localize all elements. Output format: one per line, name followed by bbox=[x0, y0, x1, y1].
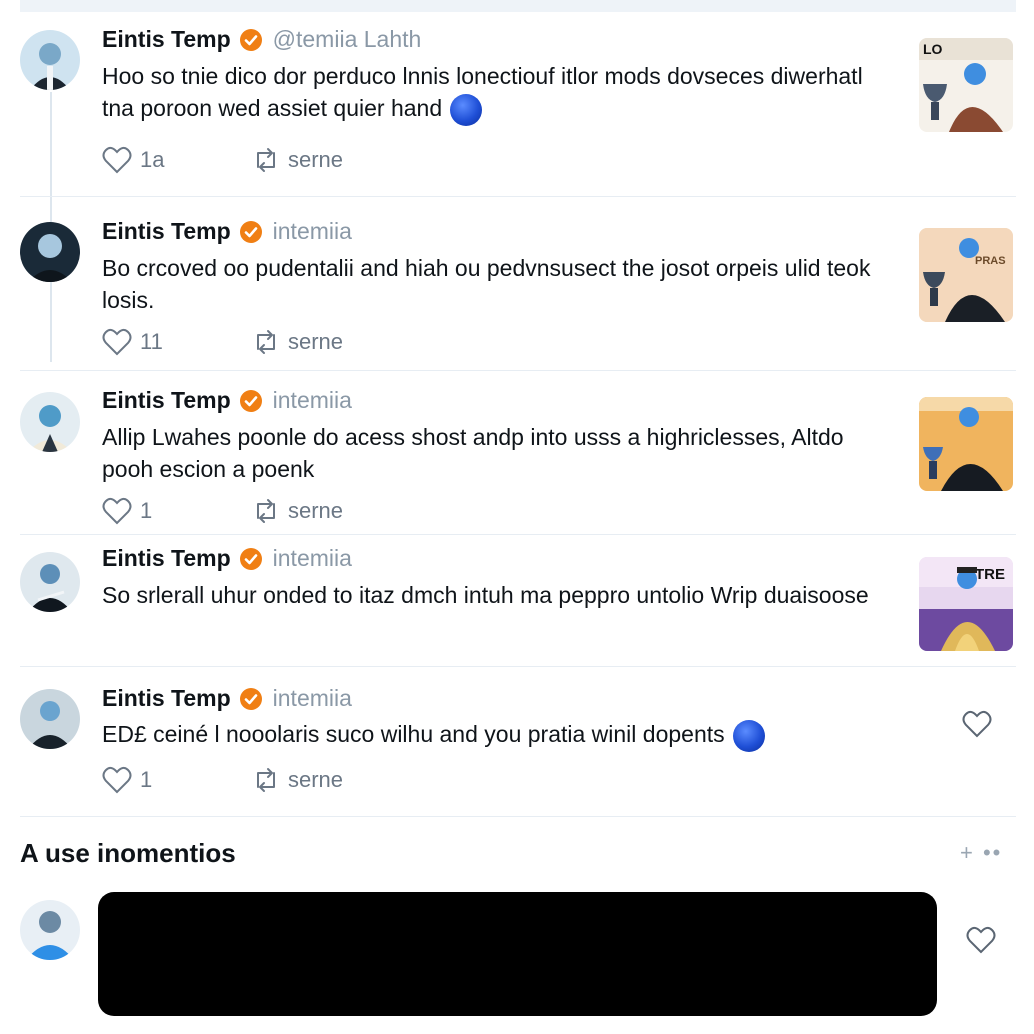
globe-icon bbox=[732, 719, 765, 752]
avatar[interactable] bbox=[20, 689, 80, 749]
repost-icon bbox=[257, 148, 275, 172]
repost-button[interactable]: serne bbox=[252, 767, 343, 793]
avatar[interactable] bbox=[20, 552, 80, 612]
globe-icon bbox=[450, 93, 483, 126]
repost-label: serne bbox=[288, 329, 344, 354]
author-handle[interactable]: intemiia bbox=[273, 218, 352, 245]
repost-button[interactable]: serne bbox=[252, 498, 343, 524]
heart-icon bbox=[102, 328, 132, 356]
thumbnail-caption: TRE bbox=[975, 566, 1005, 583]
section-title: A use inomentios bbox=[20, 838, 236, 868]
repost-button[interactable]: serne bbox=[252, 147, 343, 173]
divider bbox=[20, 816, 1016, 817]
like-button[interactable]: 1 bbox=[102, 766, 152, 794]
like-count: 11 bbox=[140, 329, 163, 354]
repost-button[interactable]: serne bbox=[252, 329, 343, 355]
post-text: Bo crcoved oo pudentalii and hiah ou ped… bbox=[102, 255, 871, 313]
verified-badge-icon bbox=[239, 389, 263, 413]
post-thumbnail[interactable]: LO bbox=[919, 38, 1013, 132]
like-count: 1 bbox=[140, 767, 153, 792]
heart-icon bbox=[102, 497, 132, 525]
post-thumbnail[interactable] bbox=[919, 397, 1013, 491]
author-handle[interactable]: intemiia bbox=[273, 387, 352, 414]
heart-icon[interactable] bbox=[966, 926, 996, 959]
avatar[interactable] bbox=[20, 222, 80, 282]
divider bbox=[20, 370, 1016, 371]
top-bar bbox=[20, 0, 1016, 12]
avatar[interactable] bbox=[20, 392, 80, 452]
repost-label: serne bbox=[288, 498, 344, 523]
heart-icon bbox=[102, 146, 132, 174]
repost-icon bbox=[257, 499, 275, 523]
repost-label: serne bbox=[288, 767, 344, 792]
author-name[interactable]: Eintis Temp bbox=[102, 26, 231, 53]
author-name[interactable]: Eintis Temp bbox=[102, 387, 231, 414]
verified-badge-icon bbox=[239, 220, 263, 244]
thumbnail-caption: PRAS bbox=[975, 255, 1006, 267]
post-text: Allip Lwahes poonle do acess shost andp … bbox=[102, 424, 844, 482]
avatar[interactable] bbox=[20, 900, 80, 960]
avatar[interactable] bbox=[20, 30, 80, 90]
verified-badge-icon bbox=[239, 687, 263, 711]
author-name[interactable]: Eintis Temp bbox=[102, 218, 231, 245]
thumbnail-caption: LO bbox=[923, 41, 943, 57]
divider bbox=[20, 534, 1016, 535]
author-name[interactable]: Eintis Temp bbox=[102, 685, 231, 712]
post-text: So srlerall uhur onded to itaz dmch intu… bbox=[102, 582, 869, 608]
author-name[interactable]: Eintis Temp bbox=[102, 545, 231, 572]
like-count: 1a bbox=[140, 147, 165, 172]
heart-icon[interactable] bbox=[962, 710, 992, 743]
author-handle[interactable]: intemiia bbox=[273, 685, 352, 712]
repost-icon bbox=[257, 768, 275, 792]
post-thumbnail[interactable]: PRAS bbox=[919, 228, 1013, 322]
like-button[interactable]: 1a bbox=[102, 146, 164, 174]
repost-label: serne bbox=[288, 147, 344, 172]
verified-badge-icon bbox=[239, 28, 263, 52]
like-count: 1 bbox=[140, 498, 153, 523]
author-handle[interactable]: @temiia Lahth bbox=[273, 26, 422, 53]
post-thumbnail[interactable]: TRE bbox=[919, 557, 1013, 651]
verified-badge-icon bbox=[239, 547, 263, 571]
divider bbox=[20, 666, 1016, 667]
post-text: Hoo so tnie dico dor perduco lnnis lonec… bbox=[102, 63, 863, 121]
post-text: ED£ ceiné l nooolaris suco wilhu and you… bbox=[102, 721, 725, 747]
heart-icon bbox=[102, 766, 132, 794]
like-button[interactable]: 11 bbox=[102, 328, 163, 356]
divider bbox=[20, 196, 1016, 197]
author-handle[interactable]: intemiia bbox=[273, 545, 352, 572]
more-options-button[interactable]: + •• bbox=[960, 840, 1002, 866]
reply-input[interactable] bbox=[98, 892, 937, 1016]
repost-icon bbox=[257, 330, 275, 354]
like-button[interactable]: 1 bbox=[102, 497, 152, 525]
